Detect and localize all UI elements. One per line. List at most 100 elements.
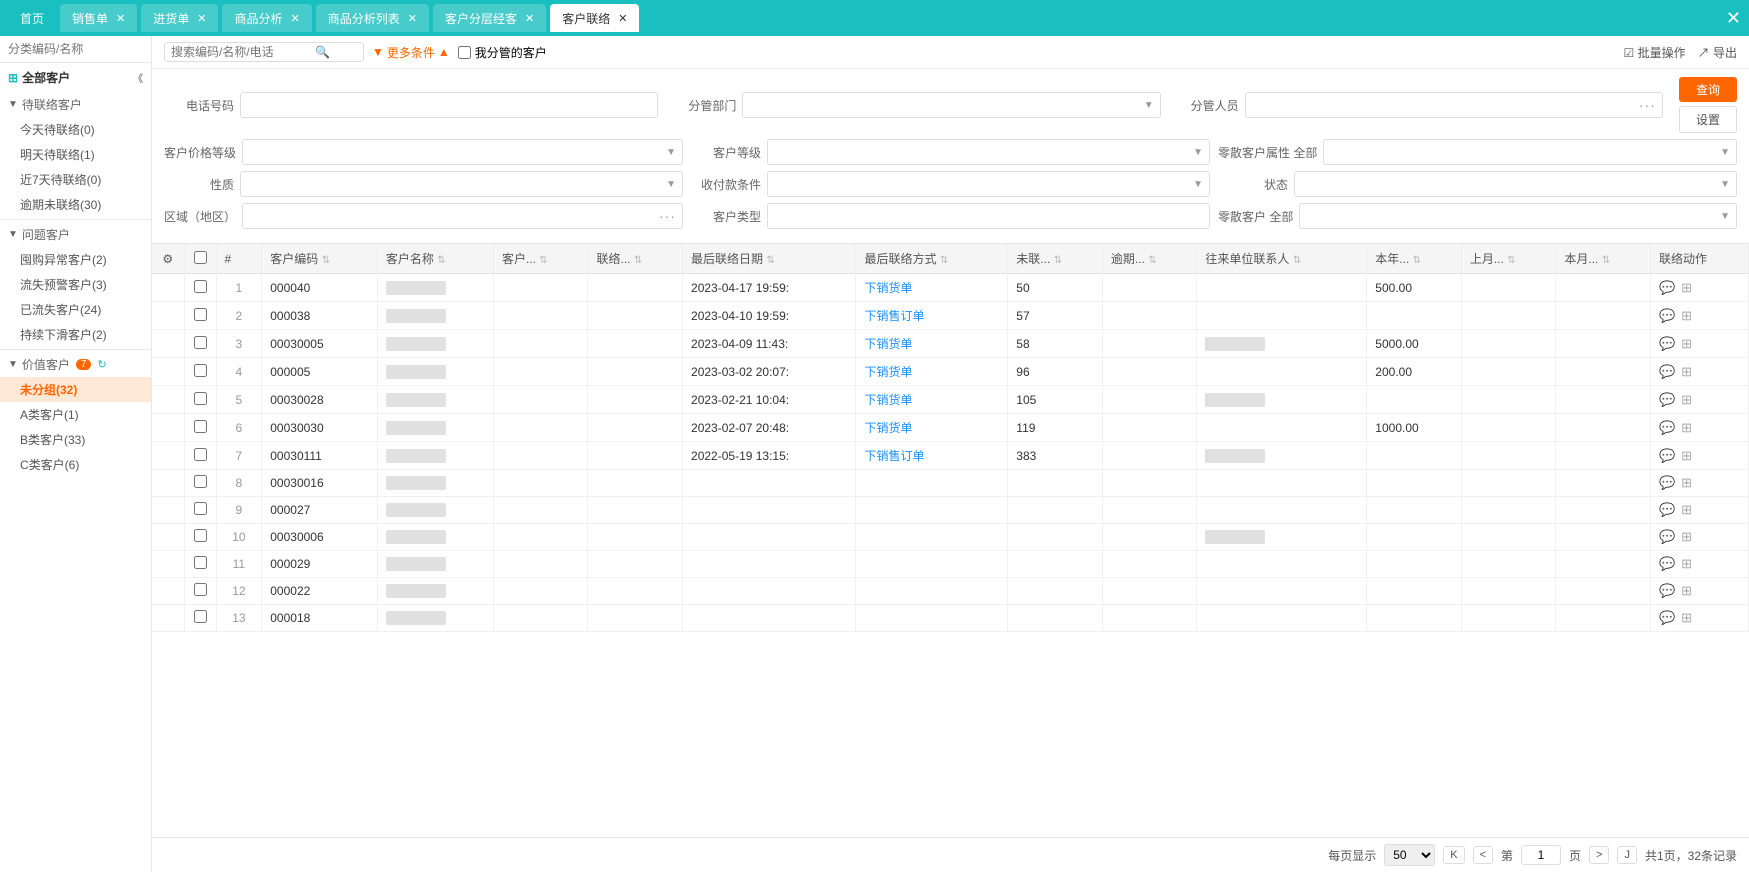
th-overdue[interactable]: 逾期... ⇅ — [1102, 244, 1197, 274]
region-input[interactable]: ··· — [242, 203, 683, 229]
chat-icon[interactable]: 💬 — [1659, 475, 1675, 491]
chat-icon[interactable]: 💬 — [1659, 556, 1675, 572]
batch-ops-button[interactable]: ☑ 批量操作 — [1624, 44, 1686, 61]
th-name[interactable]: 客户名称 ⇅ — [377, 244, 493, 274]
nav-tab-sales[interactable]: 销售单 ✕ — [60, 4, 137, 32]
grid-action-icon[interactable]: ⊞ — [1681, 420, 1692, 436]
sidebar-item-7days[interactable]: 近7天待联络(0) — [0, 167, 151, 192]
sidebar-search-input[interactable] — [8, 42, 152, 56]
td-checkbox[interactable] — [184, 524, 216, 551]
close-product-analysis-icon[interactable]: ✕ — [291, 12, 300, 25]
td-last-method[interactable]: 下销售订单 — [856, 302, 1008, 330]
last-method-link[interactable]: 下销售订单 — [864, 309, 924, 323]
last-method-link[interactable]: 下销货单 — [864, 393, 912, 407]
export-button[interactable]: ↗ 导出 — [1698, 44, 1737, 61]
nav-tab-product-analysis[interactable]: 商品分析 ✕ — [222, 4, 311, 32]
td-checkbox[interactable] — [184, 497, 216, 524]
nav-tab-product-list[interactable]: 商品分析列表 ✕ — [316, 4, 429, 32]
row-checkbox[interactable] — [194, 448, 207, 461]
close-customer-tier-icon[interactable]: ✕ — [525, 12, 534, 25]
last-method-link[interactable]: 下销货单 — [864, 421, 912, 435]
my-customers-checkbox-container[interactable]: 我分管的客户 — [458, 44, 547, 61]
last-method-link[interactable]: 下销货单 — [864, 365, 912, 379]
chat-icon[interactable]: 💬 — [1659, 280, 1675, 296]
select-all-checkbox[interactable] — [194, 251, 207, 264]
query-button[interactable]: 查询 — [1679, 77, 1737, 102]
first-page-button[interactable]: K — [1443, 846, 1464, 864]
search-input[interactable] — [171, 45, 311, 59]
td-checkbox[interactable] — [184, 442, 216, 470]
th-code[interactable]: 客户编码 ⇅ — [262, 244, 378, 274]
grid-action-icon[interactable]: ⊞ — [1681, 364, 1692, 380]
sidebar-item-b-class[interactable]: B类客户(33) — [0, 427, 151, 452]
th-last-month[interactable]: 上月... ⇅ — [1461, 244, 1556, 274]
grid-action-icon[interactable]: ⊞ — [1681, 583, 1692, 599]
close-purchase-icon[interactable]: ✕ — [197, 12, 206, 25]
grid-action-icon[interactable]: ⊞ — [1681, 392, 1692, 408]
th-contact-person[interactable]: 往来单位联系人 ⇅ — [1197, 244, 1367, 274]
close-sales-icon[interactable]: ✕ — [116, 12, 125, 25]
td-checkbox[interactable] — [184, 414, 216, 442]
td-checkbox[interactable] — [184, 578, 216, 605]
chat-icon[interactable]: 💬 — [1659, 529, 1675, 545]
prev-page-button[interactable]: < — [1473, 846, 1493, 864]
retail-attr-select[interactable]: ▼ — [1323, 139, 1737, 165]
th-type[interactable]: 客户... ⇅ — [493, 244, 588, 274]
row-checkbox[interactable] — [194, 556, 207, 569]
row-checkbox[interactable] — [194, 364, 207, 377]
sidebar-item-abnormal[interactable]: 囤购异常客户(2) — [0, 247, 151, 272]
last-method-link[interactable]: 下销货单 — [864, 281, 912, 295]
next-page-button[interactable]: > — [1589, 846, 1609, 864]
row-checkbox[interactable] — [194, 502, 207, 515]
chat-icon[interactable]: 💬 — [1659, 502, 1675, 518]
person-input[interactable]: ··· — [1245, 92, 1663, 118]
th-contact[interactable]: 联络... ⇅ — [588, 244, 683, 274]
chat-icon[interactable]: 💬 — [1659, 364, 1675, 380]
grid-action-icon[interactable]: ⊞ — [1681, 336, 1692, 352]
close-customer-contact-icon[interactable]: ✕ — [618, 12, 627, 25]
chat-icon[interactable]: 💬 — [1659, 420, 1675, 436]
sidebar-item-a-class[interactable]: A类客户(1) — [0, 402, 151, 427]
search-icon[interactable]: 🔍 — [315, 45, 330, 59]
td-checkbox[interactable] — [184, 551, 216, 578]
nav-tab-home[interactable]: 首页 — [8, 4, 56, 32]
refresh-icon[interactable]: ↻ — [97, 358, 106, 371]
td-checkbox[interactable] — [184, 302, 216, 330]
nature-select[interactable]: ▼ — [240, 171, 683, 197]
td-checkbox[interactable] — [184, 358, 216, 386]
row-checkbox[interactable] — [194, 308, 207, 321]
nav-tab-customer-tier[interactable]: 客户分层经客 ✕ — [433, 4, 546, 32]
sidebar-item-declining[interactable]: 持续下滑客户(2) — [0, 322, 151, 347]
last-method-link[interactable]: 下销售订单 — [864, 449, 924, 463]
th-this-year[interactable]: 本年... ⇅ — [1367, 244, 1462, 274]
sidebar-item-today[interactable]: 今天待联络(0) — [0, 117, 151, 142]
last-page-button[interactable]: J — [1617, 846, 1637, 864]
chat-icon[interactable]: 💬 — [1659, 336, 1675, 352]
payment-select[interactable]: ▼ — [767, 171, 1210, 197]
row-checkbox[interactable] — [194, 475, 207, 488]
td-last-method[interactable]: 下销售订单 — [856, 442, 1008, 470]
td-checkbox[interactable] — [184, 386, 216, 414]
customer-type-select[interactable] — [767, 203, 1210, 229]
grid-action-icon[interactable]: ⊞ — [1681, 529, 1692, 545]
grid-action-icon[interactable]: ⊞ — [1681, 280, 1692, 296]
row-checkbox[interactable] — [194, 420, 207, 433]
td-checkbox[interactable] — [184, 330, 216, 358]
pending-contact-section[interactable]: ▼ 待联络客户 — [0, 92, 151, 117]
chat-icon[interactable]: 💬 — [1659, 583, 1675, 599]
td-checkbox[interactable] — [184, 274, 216, 302]
th-no-days[interactable]: 未联... ⇅ — [1008, 244, 1103, 274]
chat-icon[interactable]: 💬 — [1659, 392, 1675, 408]
phone-input[interactable] — [240, 92, 658, 118]
nav-tab-purchase[interactable]: 进货单 ✕ — [141, 4, 218, 32]
th-checkbox[interactable] — [184, 244, 216, 274]
page-number-input[interactable] — [1521, 845, 1561, 865]
th-last-date[interactable]: 最后联络日期 ⇅ — [683, 244, 856, 274]
grid-action-icon[interactable]: ⊞ — [1681, 448, 1692, 464]
problem-customers-section[interactable]: ▼ 问题客户 — [0, 222, 151, 247]
more-filters-button[interactable]: ▼ 更多条件 ▲ — [372, 44, 450, 61]
sidebar-item-churn-warning[interactable]: 流失预警客户(3) — [0, 272, 151, 297]
grid-action-icon[interactable]: ⊞ — [1681, 502, 1692, 518]
my-customers-checkbox[interactable] — [458, 46, 471, 59]
retail-select[interactable]: ▼ — [1299, 203, 1737, 229]
